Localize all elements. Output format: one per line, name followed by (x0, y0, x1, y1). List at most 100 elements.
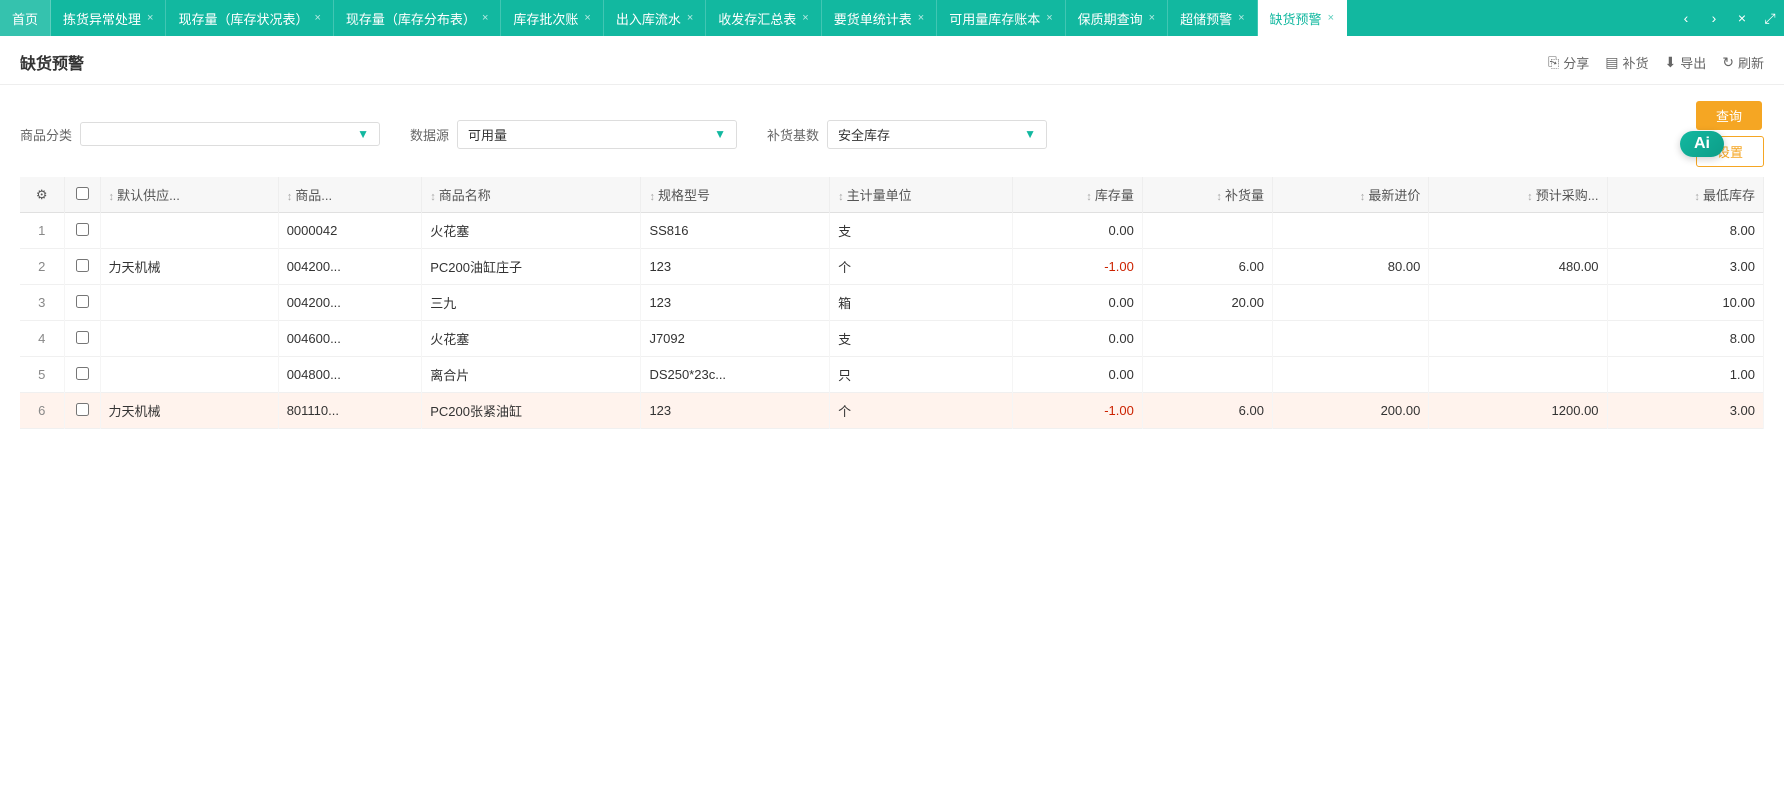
export-action[interactable]: ⬇ 导出 (1665, 53, 1707, 72)
tab-prev-button[interactable]: ‹ (1672, 0, 1700, 36)
share-action[interactable]: ⎘ 分享 (1548, 53, 1589, 72)
replenish-select[interactable]: 安全库存 ▼ (827, 120, 1047, 149)
replenish-select-value: 安全库存 (838, 125, 890, 144)
tab-overstock[interactable]: 超储预警 × (1168, 0, 1257, 36)
close-icon[interactable]: × (314, 12, 320, 24)
close-icon[interactable]: × (918, 12, 924, 24)
tab-shortage[interactable]: 缺货预警 × (1258, 0, 1347, 36)
cell-supplier (100, 285, 278, 321)
data-table: ⚙ 默认供应... 商品... 商品名称 规格型号 (20, 177, 1764, 429)
col-stock[interactable]: 库存量 (1012, 177, 1142, 213)
row-checkbox[interactable] (76, 403, 89, 416)
cell-code: 004800... (278, 357, 422, 393)
col-latest-price[interactable]: 最新进价 (1272, 177, 1428, 213)
tab-abnormal[interactable]: 拣货异常处理 × (51, 0, 166, 36)
query-button[interactable]: 查询 (1696, 101, 1762, 130)
cell-unit: 个 (830, 249, 1013, 285)
row-checkbox[interactable] (76, 259, 89, 272)
close-icon[interactable]: × (482, 12, 488, 24)
close-icon[interactable]: × (1046, 12, 1052, 24)
col-unit[interactable]: 主计量单位 (830, 177, 1013, 213)
tab-available[interactable]: 可用量库存账本 × (937, 0, 1065, 36)
col-replenish[interactable]: 补货量 (1142, 177, 1272, 213)
close-icon[interactable]: × (1238, 12, 1244, 24)
tab-batch[interactable]: 库存批次账 × (501, 0, 603, 36)
row-checkbox-cell[interactable] (64, 249, 100, 285)
close-icon[interactable]: × (584, 12, 590, 24)
col-min-stock[interactable]: 最低库存 (1607, 177, 1763, 213)
select-all-checkbox[interactable] (76, 187, 89, 200)
tab-inventory-status[interactable]: 现存量（库存状况表） × (166, 0, 333, 36)
refresh-action[interactable]: ↻ 刷新 (1722, 53, 1764, 72)
row-num: 2 (20, 249, 64, 285)
table-row: 3 004200... 三九 123 箱 0.00 20.00 10.00 (20, 285, 1764, 321)
cell-supplier (100, 357, 278, 393)
tab-bar: 首页 拣货异常处理 × 现存量（库存状况表） × 现存量（库存分布表） × 库存… (0, 0, 1784, 36)
cell-unit: 只 (830, 357, 1013, 393)
col-supplier[interactable]: 默认供应... (100, 177, 278, 213)
row-checkbox-cell[interactable] (64, 393, 100, 429)
tab-close-button[interactable]: × (1728, 0, 1756, 36)
cell-latest-price (1272, 285, 1428, 321)
close-icon[interactable]: × (687, 12, 693, 24)
cell-estimated (1429, 213, 1607, 249)
table-row: 1 0000042 火花塞 SS816 支 0.00 8.00 (20, 213, 1764, 249)
gear-header[interactable]: ⚙ (20, 177, 64, 213)
cell-unit: 支 (830, 321, 1013, 357)
cell-name: 火花塞 (422, 213, 641, 249)
row-checkbox-cell[interactable] (64, 213, 100, 249)
row-checkbox[interactable] (76, 367, 89, 380)
cell-spec: SS816 (641, 213, 830, 249)
tab-home[interactable]: 首页 (0, 0, 51, 36)
replenish-action[interactable]: ▤ 补货 (1605, 53, 1648, 72)
datasource-select[interactable]: 可用量 ▼ (457, 120, 737, 149)
tab-inventory-dist[interactable]: 现存量（库存分布表） × (334, 0, 501, 36)
cell-replenish (1142, 213, 1272, 249)
replenish-filter-group: 补货基数 安全库存 ▼ (767, 120, 1047, 149)
close-icon[interactable]: × (1149, 12, 1155, 24)
cell-spec: 123 (641, 249, 830, 285)
cell-code: 004600... (278, 321, 422, 357)
cell-min-stock: 8.00 (1607, 213, 1763, 249)
cell-code: 004200... (278, 285, 422, 321)
row-checkbox-cell[interactable] (64, 285, 100, 321)
row-checkbox[interactable] (76, 331, 89, 344)
share-icon: ⎘ (1548, 54, 1559, 71)
tab-expiry[interactable]: 保质期查询 × (1066, 0, 1168, 36)
category-select[interactable]: ▼ (80, 122, 380, 146)
row-checkbox[interactable] (76, 295, 89, 308)
close-icon[interactable]: × (802, 12, 808, 24)
cell-min-stock: 1.00 (1607, 357, 1763, 393)
close-icon[interactable]: × (1328, 12, 1334, 24)
checkbox-header[interactable] (64, 177, 100, 213)
col-estimated[interactable]: 预计采购... (1429, 177, 1607, 213)
ai-badge[interactable]: Ai (1680, 131, 1724, 157)
tab-requisition[interactable]: 要货单统计表 × (822, 0, 937, 36)
col-spec[interactable]: 规格型号 (641, 177, 830, 213)
header-actions: ⎘ 分享 ▤ 补货 ⬇ 导出 ↻ 刷新 (1548, 53, 1764, 72)
cell-supplier: 力天机械 (100, 249, 278, 285)
cell-supplier (100, 213, 278, 249)
cell-latest-price: 200.00 (1272, 393, 1428, 429)
cell-stock: 0.00 (1012, 285, 1142, 321)
tab-maximize-button[interactable]: ⤢ (1756, 0, 1784, 36)
col-code[interactable]: 商品... (278, 177, 422, 213)
datasource-label: 数据源 (410, 125, 449, 144)
tab-inout[interactable]: 出入库流水 × (604, 0, 706, 36)
row-checkbox-cell[interactable] (64, 321, 100, 357)
cell-latest-price (1272, 213, 1428, 249)
row-checkbox-cell[interactable] (64, 357, 100, 393)
filter-area: 商品分类 ▼ 数据源 可用量 ▼ 补货基数 安全库存 ▼ 查询 设置 (0, 85, 1784, 177)
cell-spec: 123 (641, 285, 830, 321)
tab-next-button[interactable]: › (1700, 0, 1728, 36)
close-icon[interactable]: × (147, 12, 153, 24)
cell-code: 801110... (278, 393, 422, 429)
cell-min-stock: 3.00 (1607, 249, 1763, 285)
datasource-select-value: 可用量 (468, 125, 507, 144)
row-checkbox[interactable] (76, 223, 89, 236)
cell-estimated: 480.00 (1429, 249, 1607, 285)
cell-name: 火花塞 (422, 321, 641, 357)
cell-stock: 0.00 (1012, 213, 1142, 249)
tab-receive[interactable]: 收发存汇总表 × (706, 0, 821, 36)
col-name[interactable]: 商品名称 (422, 177, 641, 213)
